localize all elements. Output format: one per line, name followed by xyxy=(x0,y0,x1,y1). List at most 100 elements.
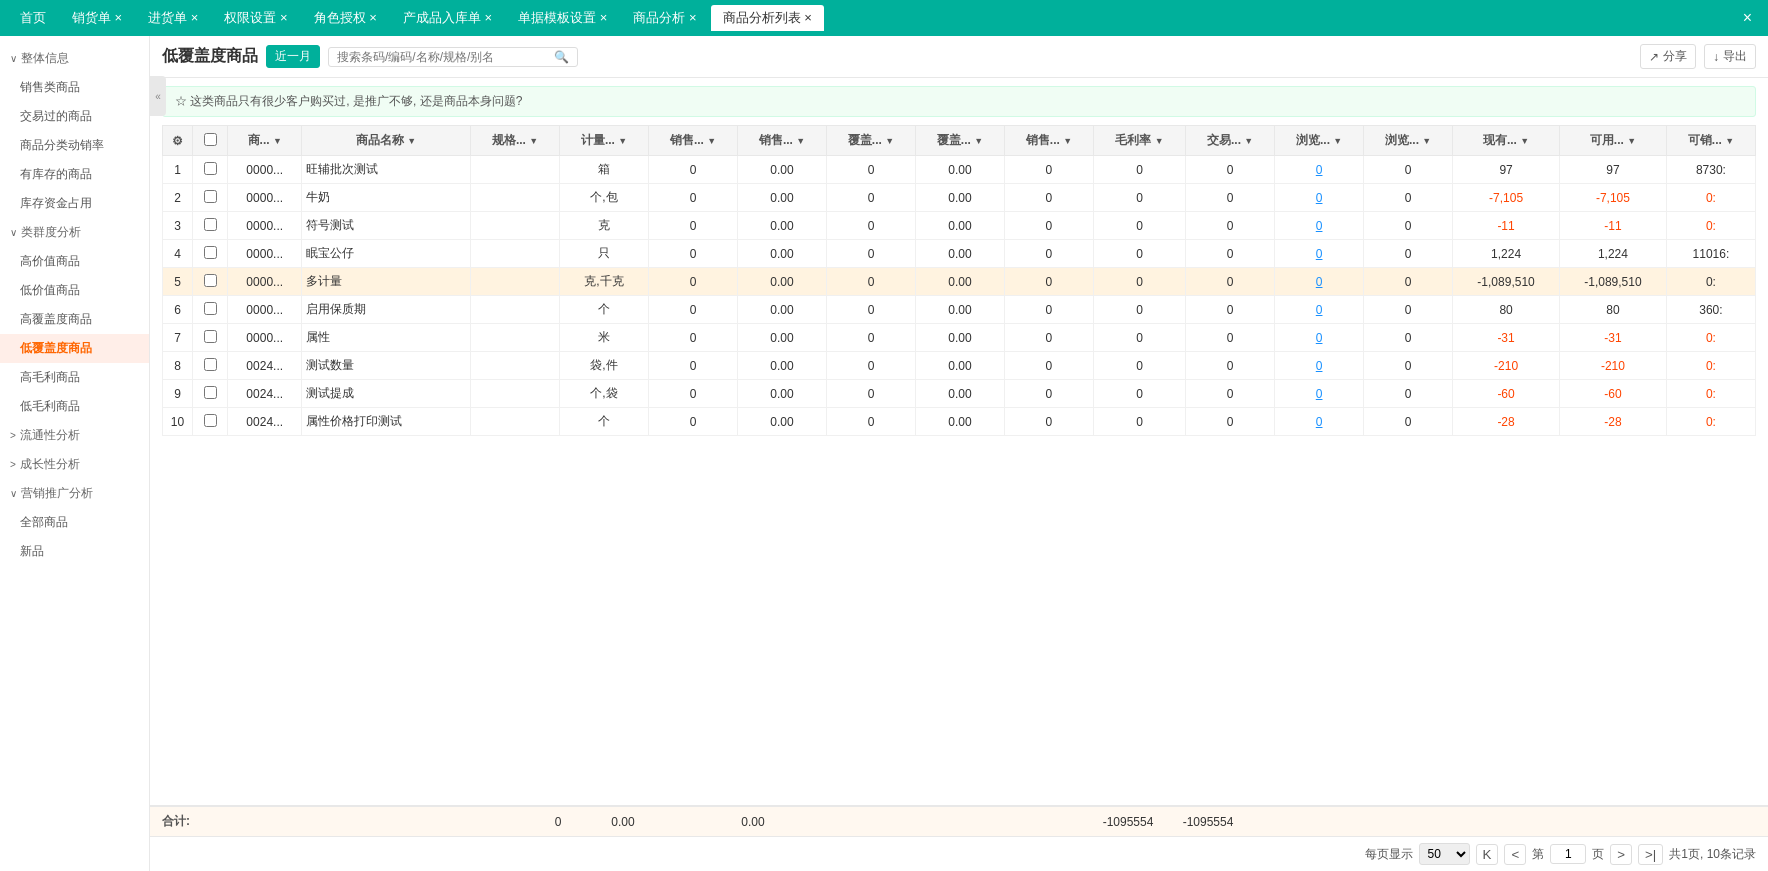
nav-sales-order[interactable]: 销货单 × xyxy=(60,5,134,31)
th-settings[interactable]: ⚙ xyxy=(163,126,193,156)
cell-checkbox[interactable] xyxy=(193,184,228,212)
row-checkbox[interactable] xyxy=(204,302,217,315)
cell-available-stock: 1,224 xyxy=(1560,240,1667,268)
cell-browse2: 0 xyxy=(1364,212,1453,240)
cell-browse1[interactable]: 0 xyxy=(1275,296,1364,324)
sidebar-item-sales-products[interactable]: 销售类商品 xyxy=(0,73,149,102)
cell-sales3: 0 xyxy=(1004,380,1093,408)
cell-checkbox[interactable] xyxy=(193,408,228,436)
sidebar-item-all-products[interactable]: 全部商品 xyxy=(0,508,149,537)
sidebar-section-overall-label: 整体信息 xyxy=(21,50,69,67)
cell-browse1[interactable]: 0 xyxy=(1275,408,1364,436)
cell-checkbox[interactable] xyxy=(193,240,228,268)
cell-browse1[interactable]: 0 xyxy=(1275,240,1364,268)
nav-product-analysis[interactable]: 商品分析 × xyxy=(621,5,708,31)
sidebar-item-high-value[interactable]: 高价值商品 xyxy=(0,247,149,276)
cell-checkbox[interactable] xyxy=(193,380,228,408)
nav-product-analysis-list[interactable]: 商品分析列表 × xyxy=(711,5,824,31)
row-checkbox[interactable] xyxy=(204,218,217,231)
th-name[interactable]: 商品名称 ▼ xyxy=(302,126,471,156)
th-transaction[interactable]: 交易... ▼ xyxy=(1186,126,1275,156)
table-container: ⚙ 商... ▼ 商品名称 ▼ 规格... ▼ 计量... ▼ 销售... ▼ … xyxy=(150,125,1768,805)
sidebar-section-liquidity[interactable]: > 流通性分析 xyxy=(0,421,149,450)
sidebar-section-marketing[interactable]: ∨ 营销推广分析 xyxy=(0,479,149,508)
cell-sales3: 0 xyxy=(1004,408,1093,436)
cell-checkbox[interactable] xyxy=(193,156,228,184)
select-all-checkbox[interactable] xyxy=(204,133,217,146)
cell-browse1[interactable]: 0 xyxy=(1275,184,1364,212)
first-page-button[interactable]: K xyxy=(1476,844,1499,865)
prev-page-button[interactable]: < xyxy=(1504,844,1526,865)
cell-checkbox[interactable] xyxy=(193,324,228,352)
sidebar-item-low-margin[interactable]: 低毛利商品 xyxy=(0,392,149,421)
th-sales3[interactable]: 销售... ▼ xyxy=(1004,126,1093,156)
close-button[interactable]: × xyxy=(1735,9,1760,27)
row-checkbox[interactable] xyxy=(204,190,217,203)
next-page-button[interactable]: > xyxy=(1610,844,1632,865)
sidebar-item-inventory-capital[interactable]: 库存资金占用 xyxy=(0,189,149,218)
th-gross-margin[interactable]: 毛利率 ▼ xyxy=(1093,126,1185,156)
th-sales-qty[interactable]: 销售... ▼ xyxy=(649,126,738,156)
cell-code: 0000... xyxy=(228,212,302,240)
th-checkbox[interactable] xyxy=(193,126,228,156)
cell-browse1[interactable]: 0 xyxy=(1275,156,1364,184)
cell-browse1[interactable]: 0 xyxy=(1275,268,1364,296)
th-coverage1[interactable]: 覆盖... ▼ xyxy=(827,126,916,156)
th-code[interactable]: 商... ▼ xyxy=(228,126,302,156)
row-checkbox[interactable] xyxy=(204,330,217,343)
th-browse1[interactable]: 浏览... ▼ xyxy=(1275,126,1364,156)
cell-checkbox[interactable] xyxy=(193,296,228,324)
sidebar-item-low-value[interactable]: 低价值商品 xyxy=(0,276,149,305)
cell-browse1[interactable]: 0 xyxy=(1275,324,1364,352)
sidebar-item-low-coverage[interactable]: 低覆盖度商品 xyxy=(0,334,149,363)
sidebar-item-traded-products[interactable]: 交易过的商品 xyxy=(0,102,149,131)
cell-name: 多计量 xyxy=(302,268,471,296)
nav-purchase-order[interactable]: 进货单 × xyxy=(136,5,210,31)
th-unit[interactable]: 计量... ▼ xyxy=(560,126,649,156)
cell-coverage1: 0 xyxy=(827,156,916,184)
th-spec[interactable]: 规格... ▼ xyxy=(471,126,560,156)
nav-permission[interactable]: 权限设置 × xyxy=(212,5,299,31)
row-checkbox[interactable] xyxy=(204,358,217,371)
th-browse2[interactable]: 浏览... ▼ xyxy=(1364,126,1453,156)
last-page-button[interactable]: >| xyxy=(1638,844,1663,865)
nav-product-warehouse[interactable]: 产成品入库单 × xyxy=(391,5,504,31)
th-available-stock[interactable]: 可用... ▼ xyxy=(1560,126,1667,156)
cell-checkbox[interactable] xyxy=(193,352,228,380)
nav-role-auth[interactable]: 角色授权 × xyxy=(302,5,389,31)
cell-code: 0024... xyxy=(228,380,302,408)
row-checkbox[interactable] xyxy=(204,414,217,427)
th-sales-amount[interactable]: 销售... ▼ xyxy=(738,126,827,156)
nav-template-settings[interactable]: 单据模板设置 × xyxy=(506,5,619,31)
share-button[interactable]: ↗ 分享 xyxy=(1640,44,1696,69)
sidebar-item-high-coverage[interactable]: 高覆盖度商品 xyxy=(0,305,149,334)
sidebar-item-high-margin[interactable]: 高毛利商品 xyxy=(0,363,149,392)
cell-sales3: 0 xyxy=(1004,268,1093,296)
row-checkbox[interactable] xyxy=(204,274,217,287)
cell-checkbox[interactable] xyxy=(193,268,228,296)
sidebar-item-category-sales-rate[interactable]: 商品分类动销率 xyxy=(0,131,149,160)
export-button[interactable]: ↓ 导出 xyxy=(1704,44,1756,69)
row-checkbox[interactable] xyxy=(204,162,217,175)
cell-checkbox[interactable] xyxy=(193,212,228,240)
th-sellable[interactable]: 可销... ▼ xyxy=(1666,126,1755,156)
sidebar-item-new-products[interactable]: 新品 xyxy=(0,537,149,566)
sidebar-collapse-button[interactable]: « xyxy=(150,76,166,116)
th-coverage2[interactable]: 覆盖... ▼ xyxy=(915,126,1004,156)
date-filter-recent-month[interactable]: 近一月 xyxy=(266,45,320,68)
sidebar-item-stocked-products[interactable]: 有库存的商品 xyxy=(0,160,149,189)
page-number-input[interactable] xyxy=(1550,844,1586,864)
per-page-select[interactable]: 50 20 100 200 xyxy=(1419,843,1470,865)
cell-browse1[interactable]: 0 xyxy=(1275,380,1364,408)
th-current-stock[interactable]: 现有... ▼ xyxy=(1453,126,1560,156)
sidebar-section-cluster[interactable]: ∨ 类群度分析 xyxy=(0,218,149,247)
cell-browse1[interactable]: 0 xyxy=(1275,212,1364,240)
row-checkbox[interactable] xyxy=(204,386,217,399)
search-icon[interactable]: 🔍 xyxy=(554,50,569,64)
sidebar-section-overall[interactable]: ∨ 整体信息 xyxy=(0,44,149,73)
row-checkbox[interactable] xyxy=(204,246,217,259)
search-input[interactable] xyxy=(337,50,550,64)
cell-browse1[interactable]: 0 xyxy=(1275,352,1364,380)
nav-home[interactable]: 首页 xyxy=(8,5,58,31)
sidebar-section-growth[interactable]: > 成长性分析 xyxy=(0,450,149,479)
